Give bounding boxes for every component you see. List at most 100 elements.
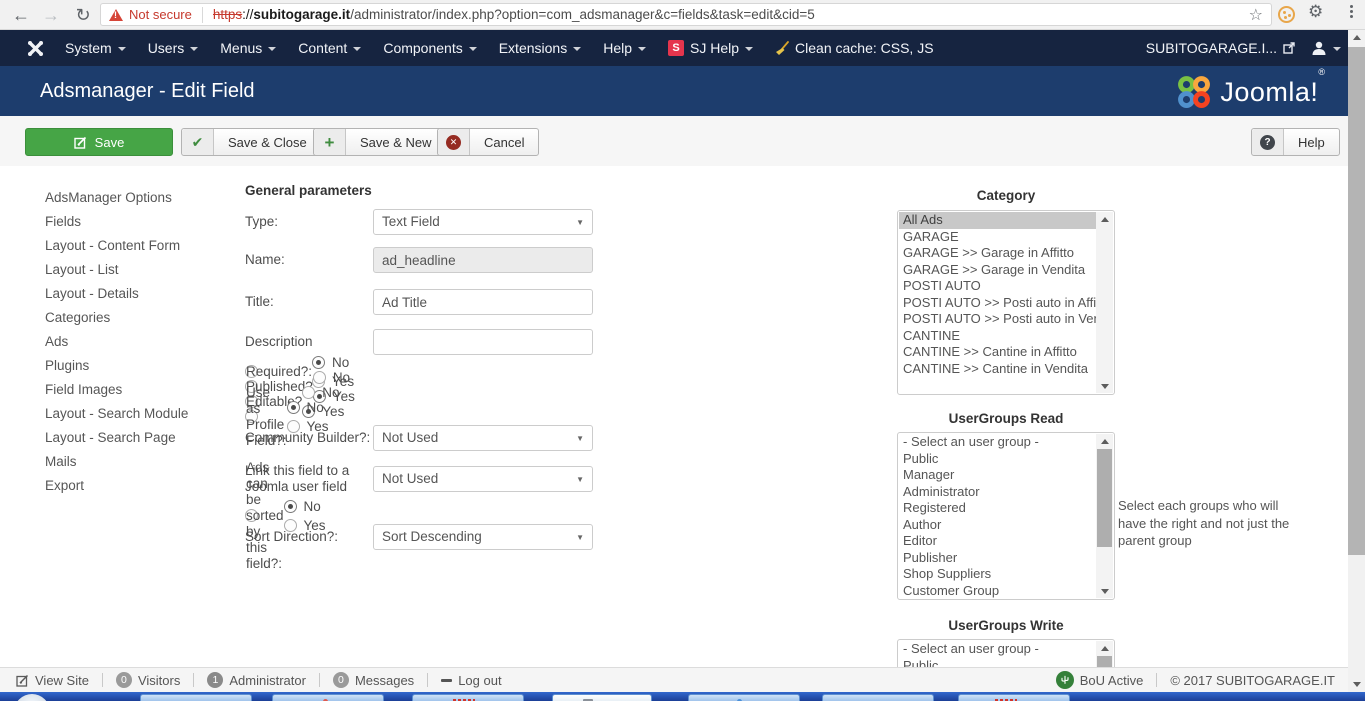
- administrator-link[interactable]: 1 Administrator: [207, 672, 306, 688]
- sidebar-item[interactable]: Layout - Search Page: [45, 426, 188, 450]
- listbox-scrollbar[interactable]: [1096, 212, 1113, 393]
- save-new-button[interactable]: + Save & New: [313, 128, 447, 156]
- name-input[interactable]: [373, 247, 593, 273]
- taskbar-button[interactable]: [412, 694, 524, 701]
- navbar-clean-cache[interactable]: Clean cache: CSS, JS: [764, 30, 945, 66]
- sidebar-item[interactable]: Export: [45, 474, 188, 498]
- navbar-menu-item[interactable]: Help: [592, 30, 657, 66]
- scroll-down-icon[interactable]: [1096, 584, 1113, 598]
- navbar-menu-item[interactable]: Extensions: [488, 30, 592, 66]
- scrollbar-thumb[interactable]: [1097, 449, 1112, 547]
- category-option[interactable]: CANTINE >> Cantine in Affitto: [899, 344, 1096, 361]
- category-option[interactable]: GARAGE: [899, 229, 1096, 246]
- category-option[interactable]: GARAGE >> Garage in Affitto: [899, 245, 1096, 262]
- bookmark-star-icon[interactable]: ☆: [1249, 5, 1263, 25]
- usergroup-option[interactable]: - Select an user group -: [899, 641, 1096, 658]
- navbar-menu-sj-help[interactable]: S SJ Help: [657, 30, 764, 66]
- sidebar-item[interactable]: Categories: [45, 306, 188, 330]
- view-site-link[interactable]: View Site: [16, 673, 89, 688]
- scroll-up-icon[interactable]: [1096, 212, 1113, 226]
- type-select[interactable]: Text Field ▼: [373, 209, 593, 235]
- back-icon[interactable]: ←: [8, 2, 34, 28]
- extension-cookie-icon[interactable]: [1278, 6, 1295, 23]
- taskbar-button[interactable]: [688, 694, 800, 701]
- sort-direction-select[interactable]: Sort Descending ▼: [373, 524, 593, 550]
- usergroup-option[interactable]: Editor: [899, 533, 1096, 550]
- site-name-link[interactable]: SUBITOGARAGE.I...: [1146, 40, 1295, 56]
- start-button[interactable]: [14, 694, 50, 701]
- taskbar-button[interactable]: [140, 694, 252, 701]
- category-option[interactable]: All Ads: [899, 212, 1096, 229]
- category-option[interactable]: POSTI AUTO >> Posti auto in Vendita: [899, 311, 1096, 328]
- category-option[interactable]: POSTI AUTO: [899, 278, 1096, 295]
- sidebar-item[interactable]: Mails: [45, 450, 188, 474]
- profile-yes-radio[interactable]: [286, 419, 300, 433]
- visitors-link[interactable]: 0 Visitors: [115, 672, 180, 688]
- navbar-menu-item[interactable]: Users: [137, 30, 210, 66]
- save-button[interactable]: Save: [25, 128, 173, 156]
- taskbar-button[interactable]: [958, 694, 1070, 701]
- messages-link[interactable]: 0 Messages: [332, 672, 414, 688]
- usergroup-option[interactable]: Administrator: [899, 484, 1096, 501]
- sortable-no-radio[interactable]: [283, 499, 297, 513]
- scroll-down-icon[interactable]: [1096, 379, 1113, 393]
- scroll-up-icon[interactable]: [1096, 434, 1113, 448]
- joomla-logo: Joomla!®: [1176, 67, 1325, 110]
- sidebar-item[interactable]: Field Images: [45, 378, 188, 402]
- sidebar-item[interactable]: Fields: [45, 210, 188, 234]
- taskbar-button[interactable]: [272, 694, 384, 701]
- logout-link[interactable]: Log out: [441, 673, 502, 688]
- reload-icon[interactable]: ↻: [70, 2, 96, 28]
- profile-no-radio[interactable]: [286, 400, 300, 414]
- help-button[interactable]: ? Help: [1251, 128, 1340, 156]
- page-scrollbar[interactable]: [1348, 30, 1365, 692]
- joomla-favicon[interactable]: [20, 40, 50, 57]
- usergroup-option[interactable]: Shop Suppliers: [899, 566, 1096, 583]
- category-option[interactable]: CANTINE >> Cantine in Vendita: [899, 361, 1096, 378]
- description-input[interactable]: [373, 329, 593, 355]
- user-menu[interactable]: [1311, 40, 1341, 56]
- bou-active[interactable]: BoU Active: [1055, 671, 1143, 689]
- save-close-button[interactable]: ✔ Save & Close: [181, 128, 322, 156]
- usergroup-option[interactable]: Publisher: [899, 550, 1096, 567]
- sidebar-item[interactable]: Plugins: [45, 354, 188, 378]
- usergroup-option[interactable]: Author: [899, 517, 1096, 534]
- sidebar-item[interactable]: Layout - Content Form: [45, 234, 188, 258]
- navbar-menu-item[interactable]: System: [54, 30, 137, 66]
- taskbar-button[interactable]: [552, 694, 652, 701]
- link-user-field-select[interactable]: Not Used ▼: [373, 466, 593, 492]
- category-option[interactable]: POSTI AUTO >> Posti auto in Affitto: [899, 295, 1096, 312]
- usergroup-option[interactable]: Registered: [899, 500, 1096, 517]
- taskbar-button[interactable]: [822, 694, 934, 701]
- category-option[interactable]: CANTINE: [899, 328, 1096, 345]
- sidebar-item[interactable]: Layout - Details: [45, 282, 188, 306]
- navbar-menu-item[interactable]: Menus: [209, 30, 287, 66]
- navbar-menu-item[interactable]: Components: [372, 30, 487, 66]
- scroll-down-icon[interactable]: [1348, 677, 1365, 692]
- usergroup-option[interactable]: - Select an user group -: [899, 434, 1096, 451]
- sidebar-item[interactable]: Layout - List: [45, 258, 188, 282]
- sidebar-item[interactable]: AdsManager Options: [45, 186, 188, 210]
- title-input[interactable]: [373, 289, 593, 315]
- scroll-up-icon[interactable]: [1348, 30, 1365, 45]
- extension-gear-icon[interactable]: ⚙: [1308, 2, 1323, 22]
- forward-icon[interactable]: →: [38, 2, 64, 28]
- category-option[interactable]: GARAGE >> Garage in Vendita: [899, 262, 1096, 279]
- scroll-up-icon[interactable]: [1096, 641, 1113, 655]
- required-no-radio[interactable]: [312, 355, 326, 369]
- navbar-menu-item[interactable]: Content: [287, 30, 372, 66]
- sortable-yes-radio[interactable]: [283, 518, 297, 532]
- cancel-button[interactable]: ✕ Cancel: [437, 128, 540, 156]
- usergroup-option[interactable]: Public: [899, 451, 1096, 468]
- browser-menu-icon[interactable]: [1344, 5, 1358, 25]
- published-no-radio[interactable]: [312, 370, 326, 384]
- usergroup-option[interactable]: Manager: [899, 467, 1096, 484]
- url-bar[interactable]: ! Not secure https://subitogarage.it/adm…: [100, 3, 1272, 26]
- sidebar-item[interactable]: Ads: [45, 330, 188, 354]
- sidebar-item[interactable]: Layout - Search Module: [45, 402, 188, 426]
- editable-no-radio[interactable]: [302, 385, 316, 399]
- scrollbar-thumb[interactable]: [1348, 47, 1365, 555]
- community-builder-select[interactable]: Not Used ▼: [373, 425, 593, 451]
- usergroup-option[interactable]: Customer Group: [899, 583, 1096, 599]
- listbox-scrollbar[interactable]: [1096, 434, 1113, 598]
